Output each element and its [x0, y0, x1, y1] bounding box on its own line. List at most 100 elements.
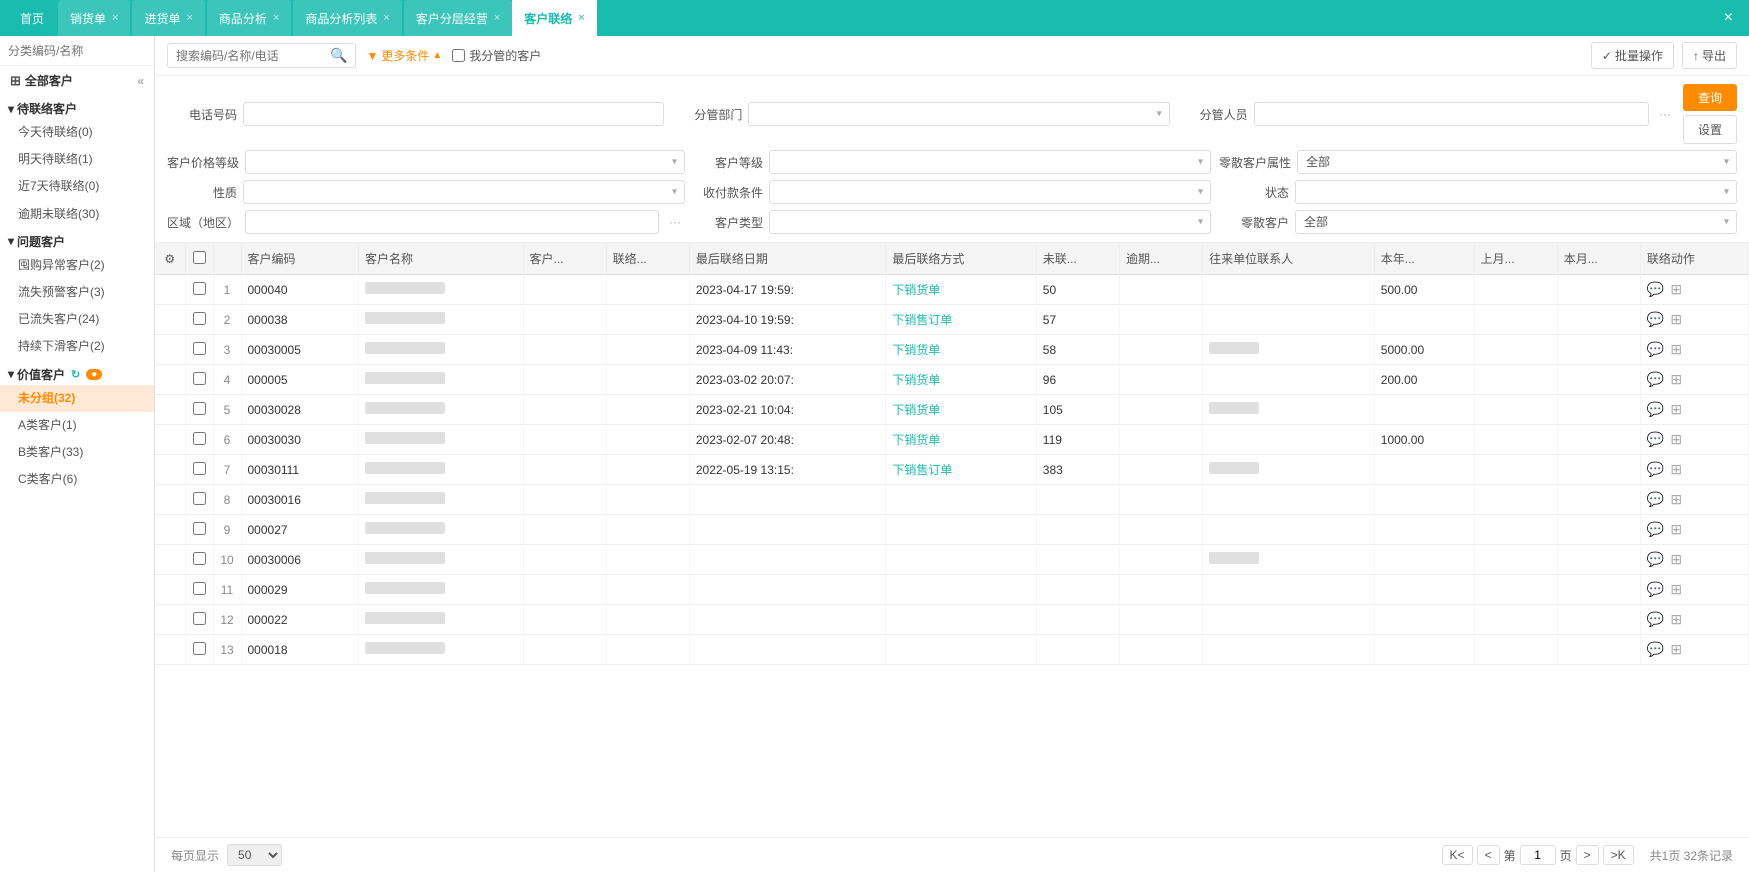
region-input[interactable] [245, 210, 659, 234]
last-method-link[interactable]: 下销货单 [892, 433, 940, 447]
col-code-header[interactable]: 客户编码 [241, 243, 358, 275]
grid-action-icon[interactable]: ⊞ [1670, 401, 1682, 418]
row-checkbox[interactable] [193, 312, 206, 325]
row-checkbox[interactable] [193, 462, 206, 475]
message-icon[interactable]: 💬 [1647, 611, 1664, 628]
checkbox-cell[interactable] [185, 575, 213, 605]
scatter-customer-select[interactable]: 全部 [1295, 210, 1737, 234]
next-page-btn[interactable]: > [1576, 845, 1599, 865]
checkbox-cell[interactable] [185, 425, 213, 455]
sidebar-group-problem[interactable]: ▾ 问题客户 [0, 228, 154, 252]
row-checkbox[interactable] [193, 582, 206, 595]
sidebar-item-7days[interactable]: 近7天待联络(0) [0, 173, 154, 200]
grid-action-icon[interactable]: ⊞ [1670, 311, 1682, 328]
export-btn[interactable]: ↑ 导出 [1682, 42, 1737, 69]
query-btn[interactable]: 查询 [1683, 84, 1737, 111]
page-input[interactable] [1520, 845, 1556, 865]
sidebar-item-abnormal[interactable]: 囤购异常客户(2) [0, 252, 154, 279]
grid-action-icon[interactable]: ⊞ [1670, 371, 1682, 388]
dept-select[interactable] [748, 102, 1169, 126]
tab-customer-contact[interactable]: 客户联络 × [512, 0, 596, 36]
sidebar-item-churn-warning[interactable]: 流失预警客户(3) [0, 279, 154, 306]
checkbox-cell[interactable] [185, 485, 213, 515]
col-name-header[interactable]: 客户名称 [358, 243, 523, 275]
more-filters-btn[interactable]: ▼ 更多条件 ▲ [366, 47, 442, 64]
sidebar-item-b-class[interactable]: B类客户(33) [0, 439, 154, 466]
grid-action-icon[interactable]: ⊞ [1670, 611, 1682, 628]
message-icon[interactable]: 💬 [1647, 491, 1664, 508]
region-dots[interactable]: ··· [665, 215, 685, 229]
message-icon[interactable]: 💬 [1647, 371, 1664, 388]
phone-input[interactable] [243, 102, 664, 126]
checkbox-cell[interactable] [185, 365, 213, 395]
last-method-link[interactable]: 下销货单 [892, 283, 940, 297]
message-icon[interactable]: 💬 [1647, 461, 1664, 478]
checkbox-cell[interactable] [185, 305, 213, 335]
last-method-link[interactable]: 下销货单 [892, 403, 940, 417]
select-all-checkbox[interactable] [193, 251, 206, 264]
row-checkbox[interactable] [193, 552, 206, 565]
customer-level-select[interactable] [769, 150, 1211, 174]
col-contact-header[interactable]: 联络... [606, 243, 689, 275]
col-checkbox-header[interactable] [185, 243, 213, 275]
sidebar-item-c-class[interactable]: C类客户(6) [0, 466, 154, 493]
refresh-icon[interactable]: ↻ [71, 368, 80, 381]
checkbox-cell[interactable] [185, 515, 213, 545]
customer-search-input[interactable] [176, 49, 326, 63]
checkbox-cell[interactable] [185, 275, 213, 305]
first-page-btn[interactable]: K< [1442, 845, 1473, 865]
row-checkbox[interactable] [193, 522, 206, 535]
last-method-link[interactable]: 下销货单 [892, 373, 940, 387]
sidebar-item-a-class[interactable]: A类客户(1) [0, 412, 154, 439]
grid-action-icon[interactable]: ⊞ [1670, 431, 1682, 448]
grid-action-icon[interactable]: ⊞ [1670, 341, 1682, 358]
tab-sales[interactable]: 销货单 × [58, 0, 130, 36]
payment-select[interactable] [769, 180, 1211, 204]
message-icon[interactable]: 💬 [1647, 641, 1664, 658]
message-icon[interactable]: 💬 [1647, 401, 1664, 418]
checkbox-cell[interactable] [185, 335, 213, 365]
tab-customer-tier[interactable]: 客户分层经营 × [404, 0, 512, 36]
row-checkbox[interactable] [193, 342, 206, 355]
tab-home[interactable]: 首页 [8, 0, 56, 36]
sidebar-item-churned[interactable]: 已流失客户(24) [0, 306, 154, 333]
checkbox-cell[interactable] [185, 545, 213, 575]
sidebar-item-today[interactable]: 今天待联络(0) [0, 119, 154, 146]
message-icon[interactable]: 💬 [1647, 281, 1664, 298]
sidebar-group-pending[interactable]: ▾ 待联络客户 [0, 95, 154, 119]
tab-purchase-close[interactable]: × [186, 12, 192, 24]
my-customers-checkbox[interactable]: 我分管的客户 [452, 47, 541, 64]
sidebar-item-declining[interactable]: 持续下滑客户(2) [0, 333, 154, 360]
checkbox-cell[interactable] [185, 635, 213, 665]
tab-customer-tier-close[interactable]: × [494, 12, 500, 24]
page-size-select[interactable]: 50 20 100 [227, 844, 282, 866]
tab-goods-list[interactable]: 商品分析列表 × [293, 0, 401, 36]
window-close-btn[interactable]: × [1716, 9, 1741, 27]
sidebar-item-overdue[interactable]: 逾期未联络(30) [0, 201, 154, 228]
person-input[interactable] [1254, 102, 1649, 126]
sidebar-item-ungrouped[interactable]: 未分组(32) [0, 385, 154, 412]
grid-action-icon[interactable]: ⊞ [1670, 281, 1682, 298]
scatter-attr-select[interactable]: 全部 [1297, 150, 1737, 174]
sidebar-item-tomorrow[interactable]: 明天待联络(1) [0, 146, 154, 173]
search-icon[interactable]: 🔍 [330, 47, 347, 64]
col-overdue-header[interactable]: 逾期... [1119, 243, 1202, 275]
row-checkbox[interactable] [193, 372, 206, 385]
person-dots[interactable]: ··· [1655, 107, 1675, 121]
row-checkbox[interactable] [193, 642, 206, 655]
checkbox-cell[interactable] [185, 455, 213, 485]
message-icon[interactable]: 💬 [1647, 581, 1664, 598]
price-level-select[interactable] [245, 150, 685, 174]
col-last-method-header[interactable]: 最后联络方式 [886, 243, 1036, 275]
last-method-link[interactable]: 下销售订单 [892, 313, 952, 327]
row-checkbox[interactable] [193, 432, 206, 445]
customer-type-select[interactable] [769, 210, 1211, 234]
col-company-contact-header[interactable]: 往来单位联系人 [1203, 243, 1375, 275]
sidebar-search-input[interactable] [8, 44, 155, 58]
message-icon[interactable]: 💬 [1647, 551, 1664, 568]
tab-goods-analysis-close[interactable]: × [273, 12, 279, 24]
col-last-date-header[interactable]: 最后联络日期 [689, 243, 886, 275]
nature-select[interactable] [243, 180, 685, 204]
sidebar-all-customers[interactable]: ⊞ 全部客户 « [0, 66, 154, 95]
grid-action-icon[interactable]: ⊞ [1670, 491, 1682, 508]
